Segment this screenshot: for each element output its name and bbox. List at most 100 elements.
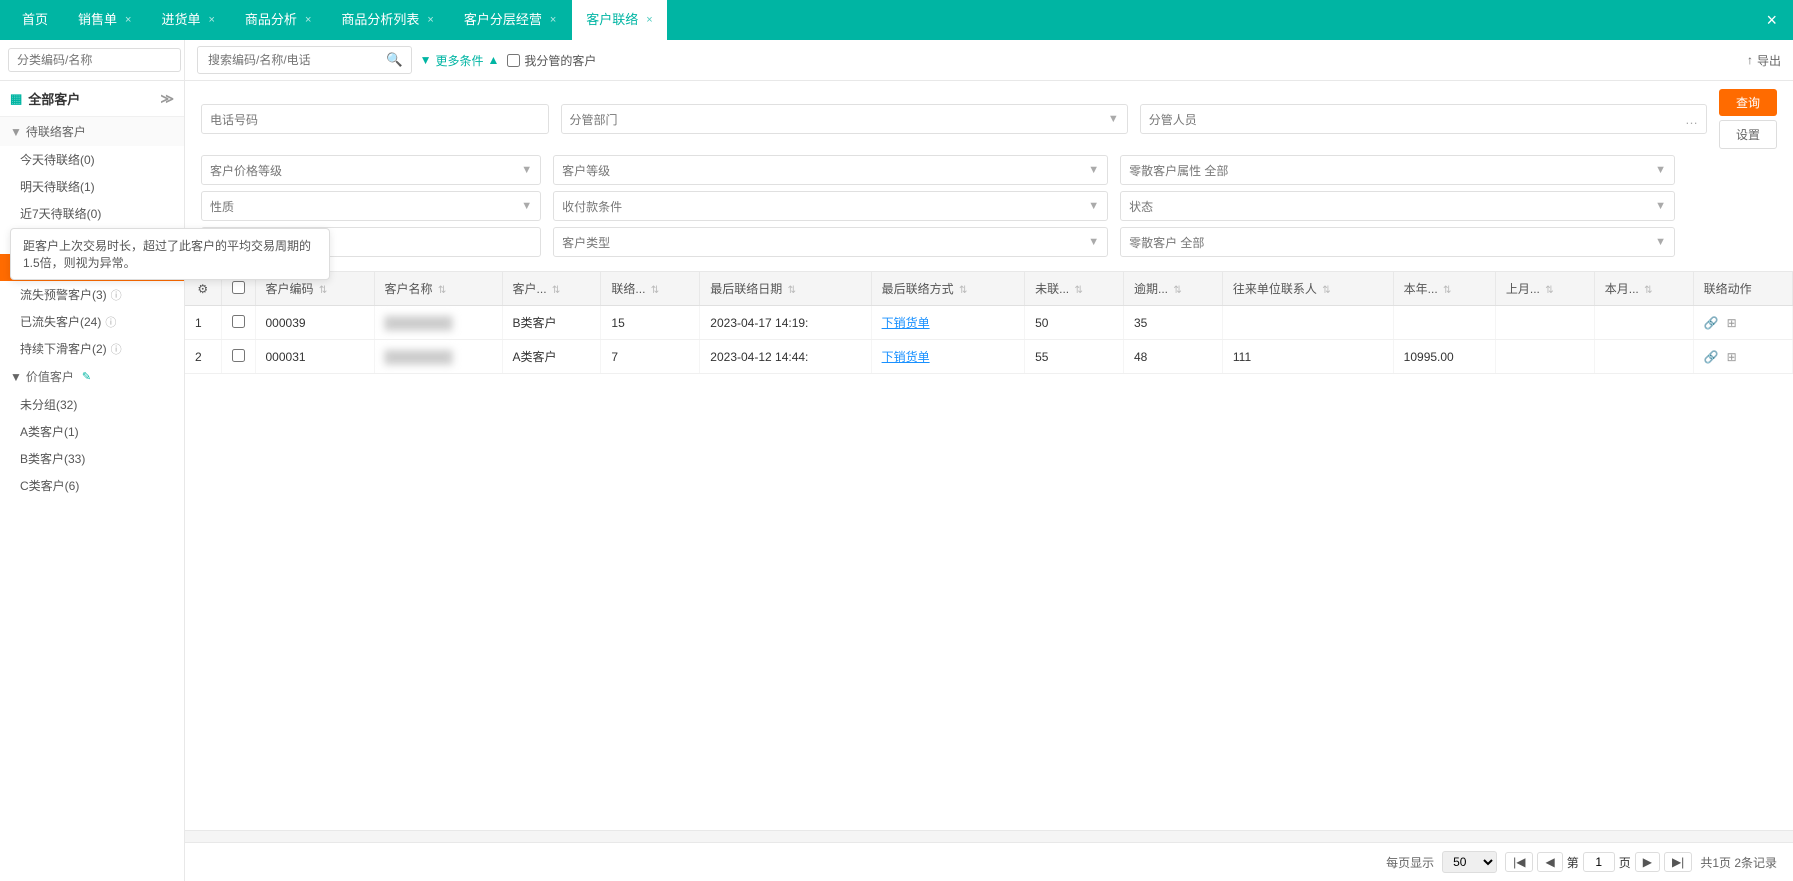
row2-name: ████████ [374,340,502,374]
row1-action-grid-icon[interactable]: ⊞ [1727,316,1737,330]
first-page-button[interactable]: |◀ [1505,852,1533,872]
row2-action-link-icon[interactable]: 🔗 [1704,350,1719,364]
row1-contact: 15 [601,306,700,340]
th-last-method: 最后联络方式 ⇅ [871,272,1025,306]
sidebar-item-b-class[interactable]: B类客户(33) [0,445,184,472]
filter-manager[interactable]: 分管人员 … [1140,104,1707,134]
sidebar-collapse-icon[interactable]: ≫ [160,91,174,107]
close-purchase-icon[interactable]: × [208,0,214,40]
more-conditions-button[interactable]: ▼ 更多条件 ▲ [420,52,500,69]
row2-contact: 7 [601,340,700,374]
sort-name-icon[interactable]: ⇅ [438,285,446,296]
close-customer-tier-icon[interactable]: × [550,0,556,40]
filter-price-level[interactable]: 客户价格等级 ▼ [201,155,541,185]
next-page-button[interactable]: ▶ [1635,852,1660,872]
th-last-month: 上月... ⇅ [1495,272,1594,306]
row1-checkbox[interactable] [221,306,255,340]
settings-button[interactable]: 设置 [1719,120,1777,149]
filter-customer-type[interactable]: 客户类型 ▼ [553,227,1108,257]
nav-customer-contact[interactable]: 客户联络 × [572,0,666,40]
sort-date-icon[interactable]: ⇅ [788,285,796,296]
query-button[interactable]: 查询 [1719,89,1777,116]
edit-icon[interactable]: ✎ [82,370,91,383]
sidebar-item-churn-warning[interactable]: 流失预警客户(3) ⓘ [0,281,184,308]
sort-code-icon[interactable]: ⇅ [319,285,327,296]
chevron-down-icon-dept: ▼ [1108,113,1119,125]
close-analysis-icon[interactable]: × [305,0,311,40]
filter-customer-level[interactable]: 客户等级 ▼ [553,155,1108,185]
row1-this-year [1393,306,1495,340]
filter-dept[interactable]: 分管部门 ▼ [561,104,1128,134]
filter-phone[interactable]: 电话号码 [201,104,549,134]
info-icon-1: ⓘ [111,287,122,303]
row1-last-month [1495,306,1594,340]
nav-analysis-list[interactable]: 商品分析列表 × [327,0,447,40]
nav-purchase[interactable]: 进货单 × [147,0,228,40]
window-close-button[interactable]: × [1758,10,1785,31]
wait-contact-group[interactable]: ▼ 待联络客户 [0,117,184,146]
sort-method-icon[interactable]: ⇅ [959,285,967,296]
filter-nature[interactable]: 性质 ▼ [201,191,541,221]
sidebar-item-7days[interactable]: 近7天待联络(0) [0,200,184,227]
sidebar-search-input[interactable] [8,48,181,72]
filter-status[interactable]: 状态 ▼ [1120,191,1675,221]
search-input[interactable] [198,48,378,72]
sort-overdue-icon[interactable]: ⇅ [1173,285,1181,296]
sort-year-icon[interactable]: ⇅ [1443,285,1451,296]
per-page-select[interactable]: 50 100 200 [1442,851,1497,873]
select-all-checkbox[interactable] [232,281,245,294]
row1-action-link-icon[interactable]: 🔗 [1704,316,1719,330]
close-sales-icon[interactable]: × [125,0,131,40]
sort-type-icon[interactable]: ⇅ [552,285,560,296]
sidebar-item-today[interactable]: 今天待联络(0) [0,146,184,173]
search-button[interactable]: 🔍 [378,47,411,73]
sort-tmonth-icon[interactable]: ⇅ [1644,285,1652,296]
sort-uncontact-icon[interactable]: ⇅ [1074,285,1082,296]
filter-row-2: 客户价格等级 ▼ 客户等级 ▼ 零散客户属性 全部 ▼ [201,155,1777,185]
sidebar-item-a-class[interactable]: A类客户(1) [0,418,184,445]
sort-contact2-icon[interactable]: ⇅ [1322,285,1330,296]
table-area: ⚙ 客户编码 ⇅ 客户名称 ⇅ 客户... ⇅ [185,272,1793,830]
horizontal-scrollbar[interactable] [185,830,1793,842]
export-button[interactable]: ↑ 导出 [1747,52,1781,69]
filter-scatter-attr[interactable]: 零散客户属性 全部 ▼ [1120,155,1675,185]
main-layout: 🔍 ▦ 全部客户 ≫ ▼ 待联络客户 今天待联络(0) 明天待联络(1) 近7天… [0,40,1793,881]
row2-select[interactable] [232,349,245,362]
value-customer-group[interactable]: ▼ 价值客户 ✎ [0,362,184,391]
page-input[interactable] [1583,852,1615,872]
filter-payment[interactable]: 收付款条件 ▼ [553,191,1108,221]
row2-checkbox[interactable] [221,340,255,374]
sidebar-item-tomorrow[interactable]: 明天待联络(1) [0,173,184,200]
nav-home[interactable]: 首页 [8,0,62,40]
prev-page-button[interactable]: ◀ [1537,852,1562,872]
close-analysis-list-icon[interactable]: × [427,0,433,40]
close-customer-contact-icon[interactable]: × [646,0,652,40]
info-icon-3: ⓘ [111,341,122,357]
row1-select[interactable] [232,315,245,328]
sidebar-item-c-class[interactable]: C类客户(6) [0,472,184,499]
row2-last-month [1495,340,1594,374]
chevron-down-icon-nature: ▼ [521,200,532,212]
row1-last-method: 下销货单 [871,306,1025,340]
row1-action: 🔗 ⊞ [1693,306,1792,340]
sort-lmonth-icon[interactable]: ⇅ [1545,285,1553,296]
sidebar-item-declining[interactable]: 持续下滑客户(2) ⓘ [0,335,184,362]
sidebar-item-churned[interactable]: 已流失客户(24) ⓘ [0,308,184,335]
sidebar-item-ungroup[interactable]: 未分组(32) [0,391,184,418]
my-customers-checkbox[interactable] [507,54,520,67]
customer-table: ⚙ 客户编码 ⇅ 客户名称 ⇅ 客户... ⇅ [185,272,1793,374]
filter-scatter-customer[interactable]: 零散客户 全部 ▼ [1120,227,1675,257]
row2-no: 2 [185,340,221,374]
row1-code: 000039 [255,306,374,340]
sort-contact-icon[interactable]: ⇅ [651,285,659,296]
last-page-button[interactable]: ▶| [1664,852,1692,872]
row2-action-grid-icon[interactable]: ⊞ [1727,350,1737,364]
my-customers-checkbox-label[interactable]: 我分管的客户 [507,52,596,69]
th-overdue: 逾期... ⇅ [1124,272,1223,306]
nav-customer-tier[interactable]: 客户分层经营 × [450,0,570,40]
sidebar-search-area: 🔍 [0,40,184,81]
sidebar: 🔍 ▦ 全部客户 ≫ ▼ 待联络客户 今天待联络(0) 明天待联络(1) 近7天… [0,40,185,881]
nav-sales[interactable]: 销售单 × [64,0,145,40]
row2-last-date: 2023-04-12 14:44: [700,340,871,374]
nav-analysis[interactable]: 商品分析 × [231,0,325,40]
